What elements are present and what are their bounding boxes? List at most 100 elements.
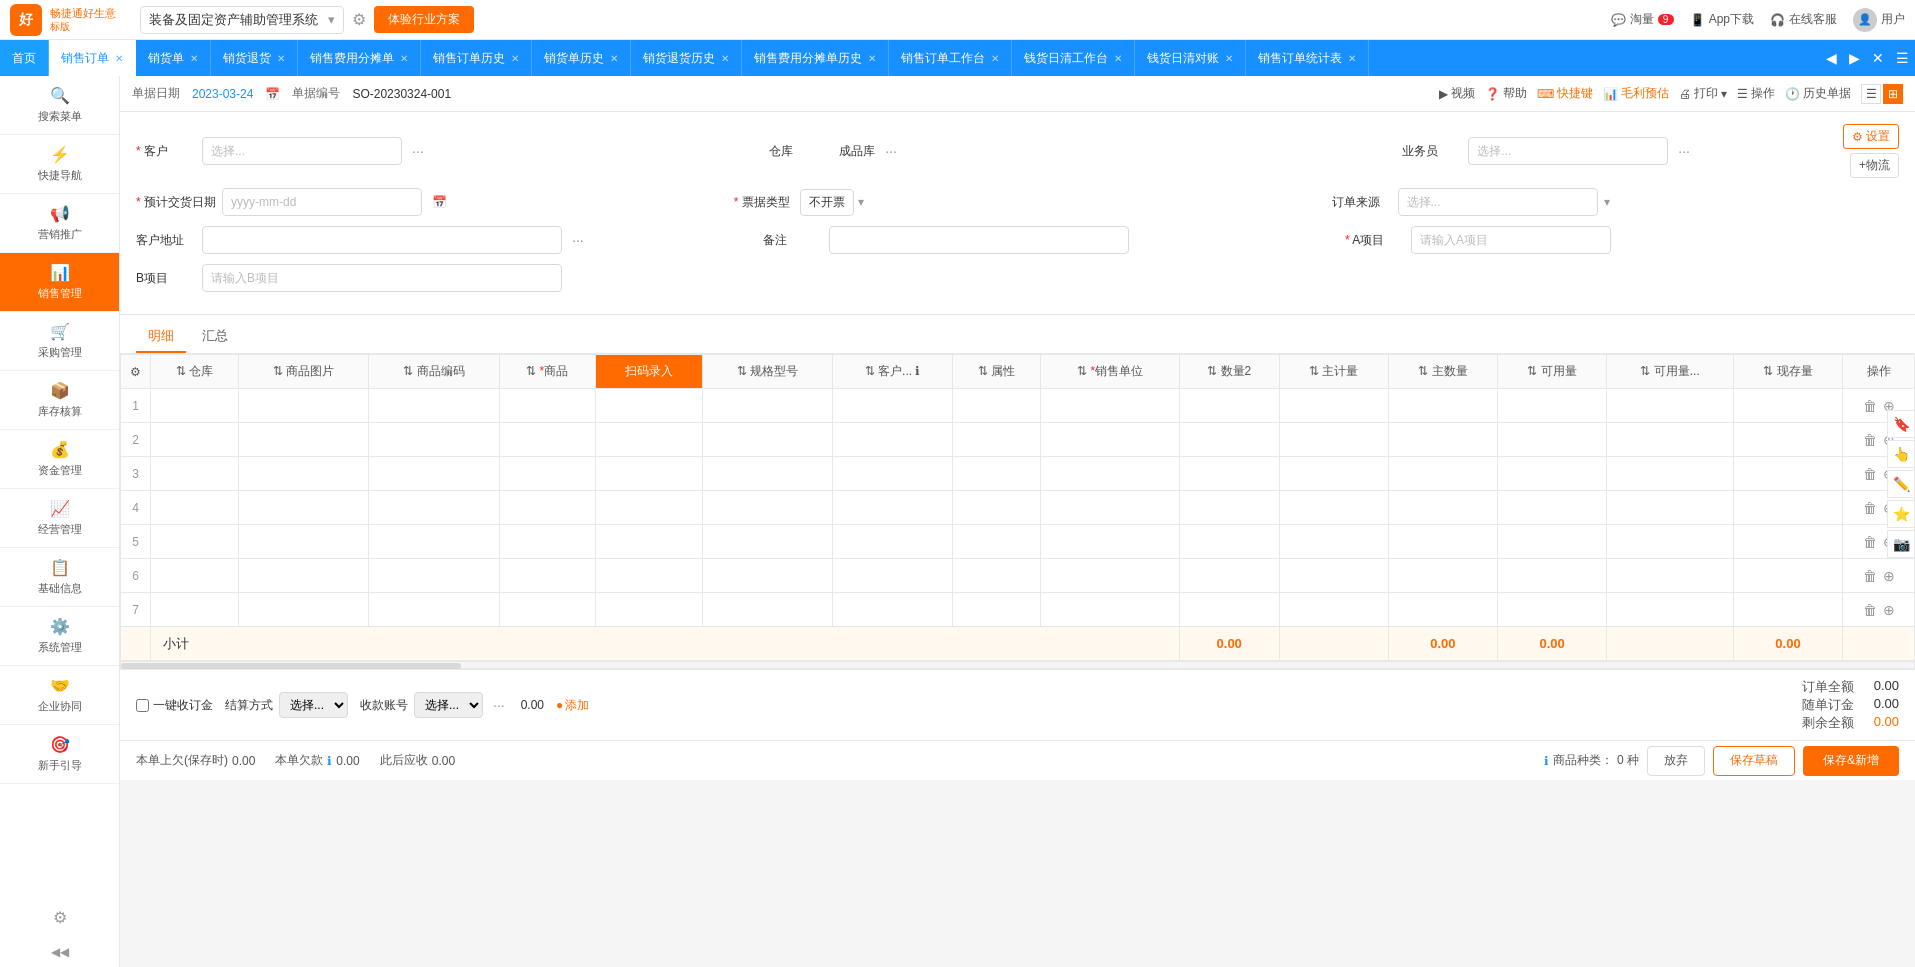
cell-sales-unit[interactable] xyxy=(1041,457,1179,491)
cell-spec[interactable] xyxy=(702,457,832,491)
tab-close-icon[interactable]: ✕ xyxy=(1348,53,1356,64)
float-fingerprint-btn[interactable]: 👆 xyxy=(1887,440,1915,468)
discard-btn[interactable]: 放弃 xyxy=(1647,746,1705,776)
date-value[interactable]: 2023-03-24 xyxy=(192,87,253,101)
tab-sales-cost-split[interactable]: 销售费用分摊单 ✕ xyxy=(298,40,421,76)
sidebar-settings-btn[interactable]: ⚙ xyxy=(0,898,119,937)
cell-main-unit[interactable] xyxy=(1279,525,1388,559)
tab-sales-order-workbench[interactable]: 销售订单工作台 ✕ xyxy=(889,40,1012,76)
cell-main-qty[interactable] xyxy=(1388,559,1497,593)
delete-icon[interactable]: 🗑 xyxy=(1863,500,1877,516)
sidebar-item-enterprise[interactable]: 🤝 企业协同 xyxy=(0,666,119,725)
cell-product-img[interactable] xyxy=(239,423,369,457)
cell-available-qty2[interactable] xyxy=(1607,423,1734,457)
cell-main-unit[interactable] xyxy=(1279,593,1388,627)
tab-next-arrow[interactable]: ▶ xyxy=(1843,50,1866,66)
tab-sales-return[interactable]: 销货退货 ✕ xyxy=(211,40,298,76)
tab-sales-goods-history[interactable]: 销货单历史 ✕ xyxy=(532,40,631,76)
cell-product[interactable] xyxy=(499,457,595,491)
cell-current-qty[interactable] xyxy=(1733,525,1842,559)
cell-product-img[interactable] xyxy=(239,593,369,627)
cell-main-unit[interactable] xyxy=(1279,491,1388,525)
print-btn[interactable]: 🖨 打印 ▾ xyxy=(1679,85,1727,102)
tab-close-icon[interactable]: ✕ xyxy=(1114,53,1122,64)
tab-close-icon[interactable]: ✕ xyxy=(991,53,999,64)
tab-close-icon[interactable]: ✕ xyxy=(721,53,729,64)
float-star-btn[interactable]: ⭐ xyxy=(1887,500,1915,528)
cell-scan[interactable] xyxy=(595,491,702,525)
cell-spec[interactable] xyxy=(702,559,832,593)
message-item[interactable]: 💬 淘量 9 xyxy=(1611,11,1674,28)
shortcut-btn[interactable]: ⌨ 快捷键 xyxy=(1537,85,1593,102)
cell-available-qty[interactable] xyxy=(1498,423,1607,457)
cell-sales-unit[interactable] xyxy=(1041,525,1179,559)
sidebar-item-inventory[interactable]: 📦 库存核算 xyxy=(0,371,119,430)
cell-customer-code[interactable] xyxy=(832,389,952,423)
warehouse-more-btn[interactable]: ··· xyxy=(881,143,901,159)
tab-home[interactable]: 首页 xyxy=(0,40,49,76)
cell-scan[interactable] xyxy=(595,423,702,457)
cell-current-qty[interactable] xyxy=(1733,491,1842,525)
col-settings-icon[interactable]: ⚙ xyxy=(130,365,141,379)
cell-customer-code[interactable] xyxy=(832,559,952,593)
history-btn[interactable]: 🕐 历史单据 xyxy=(1785,85,1851,102)
save-new-btn[interactable]: 保存&新增 xyxy=(1803,746,1899,776)
customer-input[interactable] xyxy=(202,137,402,165)
tab-close-icon[interactable]: ✕ xyxy=(511,53,519,64)
tab-sales-return-history[interactable]: 销货退货历史 ✕ xyxy=(631,40,742,76)
delivery-date-input[interactable] xyxy=(222,188,422,216)
cell-spec[interactable] xyxy=(702,389,832,423)
col-settings[interactable]: ⚙ xyxy=(121,355,151,389)
cell-available-qty[interactable] xyxy=(1498,593,1607,627)
cell-product-code[interactable] xyxy=(369,525,499,559)
cell-available-qty2[interactable] xyxy=(1607,525,1734,559)
system-name-selector[interactable]: 装备及固定资产辅助管理系统 ▾ xyxy=(140,6,344,34)
calendar-icon[interactable]: 📅 xyxy=(265,87,280,101)
cell-available-qty[interactable] xyxy=(1498,457,1607,491)
cell-product-img[interactable] xyxy=(239,457,369,491)
cell-main-qty[interactable] xyxy=(1388,491,1497,525)
tab-close-icon[interactable]: ✕ xyxy=(868,53,876,64)
delete-icon[interactable]: 🗑 xyxy=(1863,568,1877,584)
user-item[interactable]: 👤 用户 xyxy=(1853,8,1905,32)
cell-customer-code[interactable] xyxy=(832,457,952,491)
float-bookmark-btn[interactable]: 🔖 xyxy=(1887,410,1915,438)
delete-icon[interactable]: 🗑 xyxy=(1863,432,1877,448)
a-project-input[interactable] xyxy=(1411,226,1611,254)
help-btn[interactable]: ❓ 帮助 xyxy=(1485,85,1527,102)
tab-detail[interactable]: 明细 xyxy=(136,321,186,353)
float-edit-btn[interactable]: ✏️ xyxy=(1887,470,1915,498)
cell-spec[interactable] xyxy=(702,423,832,457)
cell-available-qty2[interactable] xyxy=(1607,559,1734,593)
cell-attributes[interactable] xyxy=(953,559,1041,593)
industry-btn[interactable]: 体验行业方案 xyxy=(374,6,474,33)
online-service-item[interactable]: 🎧 在线客服 xyxy=(1770,11,1837,28)
cell-qty2[interactable] xyxy=(1179,457,1279,491)
cell-available-qty[interactable] xyxy=(1498,525,1607,559)
cell-customer-code[interactable] xyxy=(832,423,952,457)
delete-icon[interactable]: 🗑 xyxy=(1863,602,1877,618)
float-camera-btn[interactable]: 📷 xyxy=(1887,530,1915,558)
cell-scan[interactable] xyxy=(595,559,702,593)
salesperson-more-btn[interactable]: ··· xyxy=(1674,143,1694,159)
cell-product-code[interactable] xyxy=(369,389,499,423)
delete-icon[interactable]: 🗑 xyxy=(1863,466,1877,482)
cell-available-qty2[interactable] xyxy=(1607,593,1734,627)
tab-menu-icon[interactable]: ☰ xyxy=(1890,50,1915,66)
settings-btn[interactable]: ⚙ 设置 xyxy=(1843,124,1899,149)
customer-addr-input[interactable] xyxy=(202,226,562,254)
delete-icon[interactable]: 🗑 xyxy=(1863,534,1877,550)
cell-attributes[interactable] xyxy=(953,457,1041,491)
cell-warehouse[interactable] xyxy=(151,491,239,525)
cell-main-qty[interactable] xyxy=(1388,525,1497,559)
one-click-checkbox[interactable] xyxy=(136,699,149,712)
info-icon[interactable]: ℹ xyxy=(915,364,920,378)
settlement-select[interactable]: 选择... xyxy=(279,692,348,718)
info-icon-owe[interactable]: ℹ xyxy=(327,754,332,768)
cell-scan[interactable] xyxy=(595,593,702,627)
grid-layout-btn[interactable]: ⊞ xyxy=(1883,84,1903,104)
cell-spec[interactable] xyxy=(702,593,832,627)
sidebar-item-navigation[interactable]: ⚡ 快捷导航 xyxy=(0,135,119,194)
sidebar-item-purchase[interactable]: 🛒 采购管理 xyxy=(0,312,119,371)
tab-close-icon[interactable]: ✕ xyxy=(1225,53,1233,64)
